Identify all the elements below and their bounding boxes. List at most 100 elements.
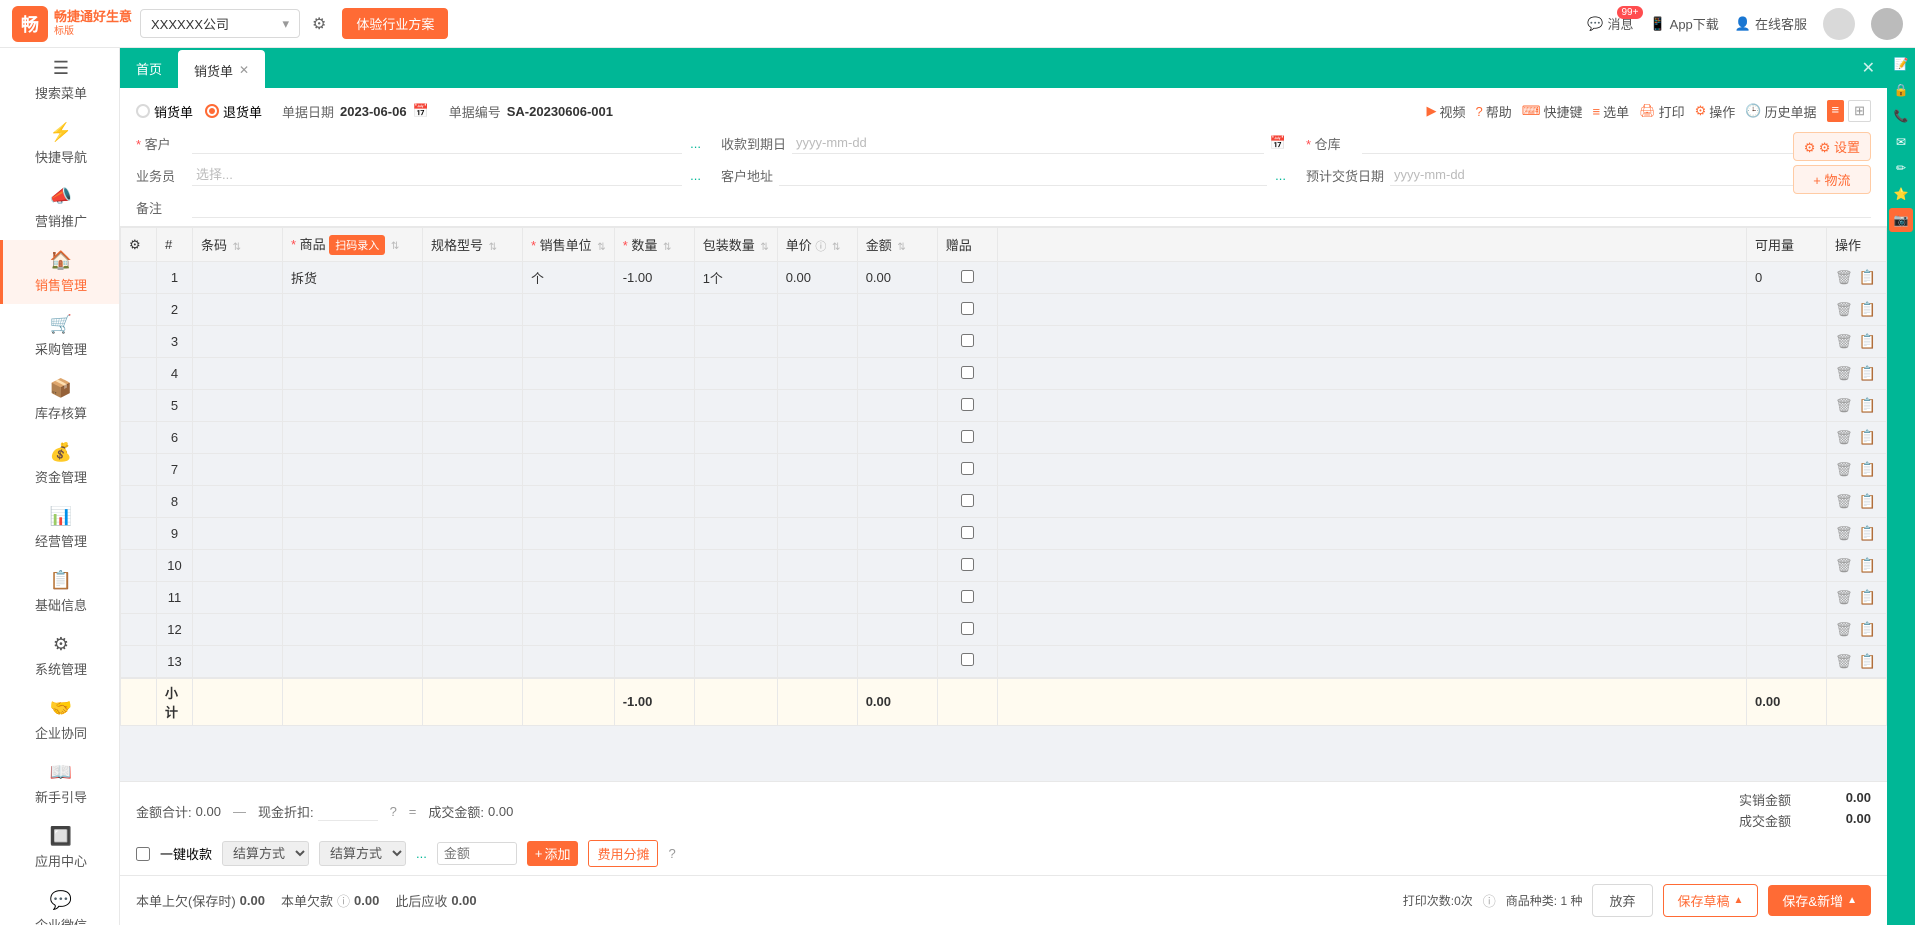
cell-unit[interactable] [523, 326, 615, 358]
cell-gift[interactable] [937, 646, 997, 678]
cell-product[interactable] [283, 582, 423, 614]
cell-qty[interactable] [614, 582, 694, 614]
account-select[interactable]: 结算方式 [319, 841, 406, 866]
cell-product[interactable] [283, 518, 423, 550]
operation-btn[interactable]: ⚙ 操作 [1695, 102, 1736, 121]
cell-qty[interactable] [614, 422, 694, 454]
cell-barcode[interactable] [193, 358, 283, 390]
cell-product[interactable] [283, 614, 423, 646]
copy-icon[interactable]: 📋 [1859, 525, 1876, 542]
cell-qty[interactable] [614, 486, 694, 518]
salesperson-input[interactable] [192, 164, 682, 186]
cell-barcode[interactable] [193, 294, 283, 326]
cell-gift[interactable] [937, 294, 997, 326]
cell-amount[interactable] [857, 518, 937, 550]
delete-icon[interactable]: 🗑 [1835, 493, 1853, 510]
tab-sales-order[interactable]: 销货单 ✕ [178, 50, 265, 90]
cell-barcode[interactable] [193, 582, 283, 614]
sidebar-item-wechat[interactable]: 💬 企业微信 [0, 880, 119, 925]
delete-icon[interactable]: 🗑 [1835, 589, 1853, 606]
avatar-2[interactable] [1871, 8, 1903, 40]
cell-barcode[interactable] [193, 326, 283, 358]
gift-checkbox[interactable] [961, 462, 974, 475]
cell-amount[interactable] [857, 422, 937, 454]
rfloat-item-2[interactable]: 🔒 [1889, 78, 1913, 102]
help-btn[interactable]: ? 帮助 [1475, 102, 1511, 121]
cell-gift[interactable] [937, 358, 997, 390]
sidebar-item-marketing[interactable]: 📣 营销推广 [0, 176, 119, 240]
gift-checkbox[interactable] [961, 526, 974, 539]
cell-pkg-qty[interactable] [694, 486, 777, 518]
cell-qty[interactable] [614, 614, 694, 646]
copy-icon[interactable]: 📋 [1859, 269, 1876, 286]
cell-amount[interactable] [857, 390, 937, 422]
cell-amount[interactable] [857, 358, 937, 390]
cell-price[interactable] [777, 614, 857, 646]
sidebar-item-purchase[interactable]: 🛒 采购管理 [0, 304, 119, 368]
company-selector[interactable]: XXXXXX公司 ▾ [140, 9, 300, 38]
gift-checkbox[interactable] [961, 302, 974, 315]
cell-price[interactable]: 0.00 [777, 262, 857, 294]
scan-btn[interactable]: 扫码录入 [329, 235, 385, 255]
th-settings[interactable]: ⚙ [121, 228, 157, 262]
cell-product[interactable]: 拆货 [283, 262, 423, 294]
cell-spec[interactable] [423, 486, 523, 518]
cell-product[interactable] [283, 646, 423, 678]
cell-amount[interactable] [857, 550, 937, 582]
cell-product[interactable] [283, 294, 423, 326]
cell-pkg-qty[interactable] [694, 646, 777, 678]
cell-barcode[interactable] [193, 518, 283, 550]
cell-gift[interactable] [937, 262, 997, 294]
cell-spec[interactable] [423, 326, 523, 358]
cell-spec[interactable] [423, 358, 523, 390]
copy-icon[interactable]: 📋 [1859, 493, 1876, 510]
sidebar-item-finance[interactable]: 💰 资金管理 [0, 432, 119, 496]
cell-pkg-qty[interactable] [694, 550, 777, 582]
cell-pkg-qty[interactable] [694, 518, 777, 550]
copy-icon[interactable]: 📋 [1859, 333, 1876, 350]
cell-gift[interactable] [937, 422, 997, 454]
cell-price[interactable] [777, 294, 857, 326]
add-payment-btn[interactable]: + 添加 [527, 841, 579, 866]
cell-gift[interactable] [937, 518, 997, 550]
cell-amount[interactable] [857, 582, 937, 614]
cell-qty[interactable] [614, 454, 694, 486]
cell-price[interactable] [777, 326, 857, 358]
cell-qty[interactable] [614, 358, 694, 390]
customer-addr-more-icon[interactable]: ... [1275, 168, 1286, 183]
cell-product[interactable] [283, 390, 423, 422]
app-download-btn[interactable]: 📱 App下载 [1649, 14, 1718, 33]
cell-price[interactable] [777, 358, 857, 390]
cell-unit[interactable] [523, 422, 615, 454]
rfloat-item-6[interactable]: ⭐ [1889, 182, 1913, 206]
gift-checkbox[interactable] [961, 398, 974, 411]
cell-gift[interactable] [937, 454, 997, 486]
cell-pkg-qty[interactable] [694, 454, 777, 486]
cell-price[interactable] [777, 646, 857, 678]
cell-barcode[interactable] [193, 262, 283, 294]
tab-bar-close-icon[interactable]: ✕ [1862, 58, 1875, 78]
cell-spec[interactable] [423, 614, 523, 646]
settings-icon[interactable]: ⚙ [308, 10, 330, 38]
cell-qty[interactable] [614, 294, 694, 326]
delete-icon[interactable]: 🗑 [1835, 397, 1853, 414]
cell-spec[interactable] [423, 422, 523, 454]
cell-unit[interactable] [523, 550, 615, 582]
cell-amount[interactable] [857, 486, 937, 518]
sidebar-item-system[interactable]: ⚙ 系统管理 [0, 624, 119, 688]
tab-home[interactable]: 首页 [120, 48, 178, 88]
warehouse-input[interactable]: 建材仓 [1362, 132, 1852, 154]
cell-unit[interactable] [523, 390, 615, 422]
message-btn[interactable]: 💬 消息 99+ [1587, 14, 1633, 33]
cell-price[interactable] [777, 582, 857, 614]
cell-barcode[interactable] [193, 390, 283, 422]
cell-unit[interactable] [523, 614, 615, 646]
cell-spec[interactable] [423, 294, 523, 326]
cell-price[interactable] [777, 550, 857, 582]
account-more-icon[interactable]: ... [416, 846, 427, 861]
copy-icon[interactable]: 📋 [1859, 461, 1876, 478]
cell-amount[interactable] [857, 614, 937, 646]
settle-method-select[interactable]: 结算方式 [222, 841, 309, 866]
date-calendar-icon[interactable]: 📅 [413, 103, 429, 119]
cell-product[interactable] [283, 454, 423, 486]
